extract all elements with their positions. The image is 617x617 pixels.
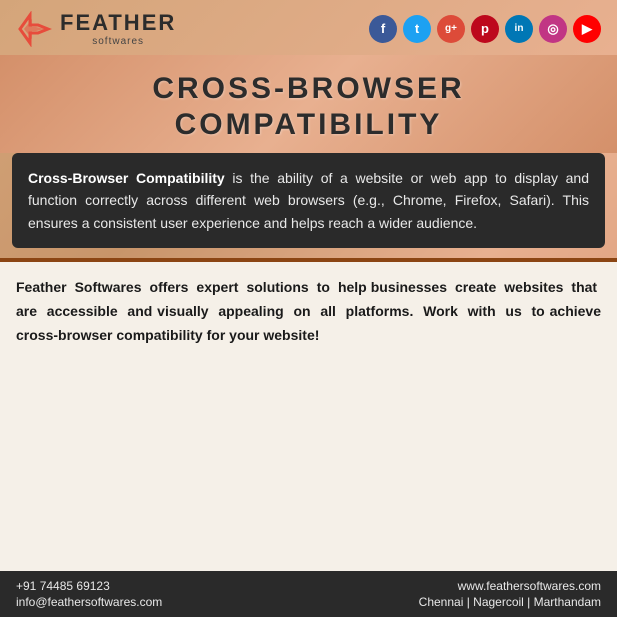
- footer-website: www.feathersoftwares.com: [419, 579, 601, 593]
- title-section: CROSS-BROWSER COMPATIBILITY: [0, 55, 617, 153]
- footer: +91 74485 69123 info@feathersoftwares.co…: [0, 571, 617, 617]
- facebook-icon[interactable]: f: [369, 15, 397, 43]
- header: FEATHER softwares f t g+ p in ◎ ▶: [0, 0, 617, 55]
- title-line1: CROSS-BROWSER: [20, 71, 597, 107]
- title-line2: COMPATIBILITY: [20, 107, 597, 143]
- logo-icon: [16, 11, 52, 47]
- description-text: Cross-Browser Compatibility is the abili…: [28, 167, 589, 234]
- footer-locations: Chennai | Nagercoil | Marthandam: [419, 595, 601, 609]
- logo-area: FEATHER softwares: [16, 10, 176, 47]
- logo-name: FEATHER: [60, 10, 176, 36]
- logo-text-area: FEATHER softwares: [60, 10, 176, 47]
- pinterest-icon[interactable]: p: [471, 15, 499, 43]
- logo-sub: softwares: [60, 36, 176, 47]
- description-box: Cross-Browser Compatibility is the abili…: [12, 153, 605, 248]
- footer-right: www.feathersoftwares.com Chennai | Nager…: [419, 579, 601, 609]
- twitter-icon[interactable]: t: [403, 15, 431, 43]
- linkedin-icon[interactable]: in: [505, 15, 533, 43]
- footer-left: +91 74485 69123 info@feathersoftwares.co…: [16, 579, 162, 609]
- info-section: Feather Softwares offers expert solution…: [0, 262, 617, 571]
- social-icons-group: f t g+ p in ◎ ▶: [369, 15, 601, 43]
- instagram-icon[interactable]: ◎: [539, 15, 567, 43]
- page-container: FEATHER softwares f t g+ p in ◎ ▶ CROSS-…: [0, 0, 617, 617]
- youtube-icon[interactable]: ▶: [573, 15, 601, 43]
- googleplus-icon[interactable]: g+: [437, 15, 465, 43]
- info-text: Feather Softwares offers expert solution…: [16, 276, 601, 347]
- main-title: CROSS-BROWSER COMPATIBILITY: [20, 71, 597, 143]
- footer-phone: +91 74485 69123: [16, 579, 162, 593]
- footer-email: info@feathersoftwares.com: [16, 595, 162, 609]
